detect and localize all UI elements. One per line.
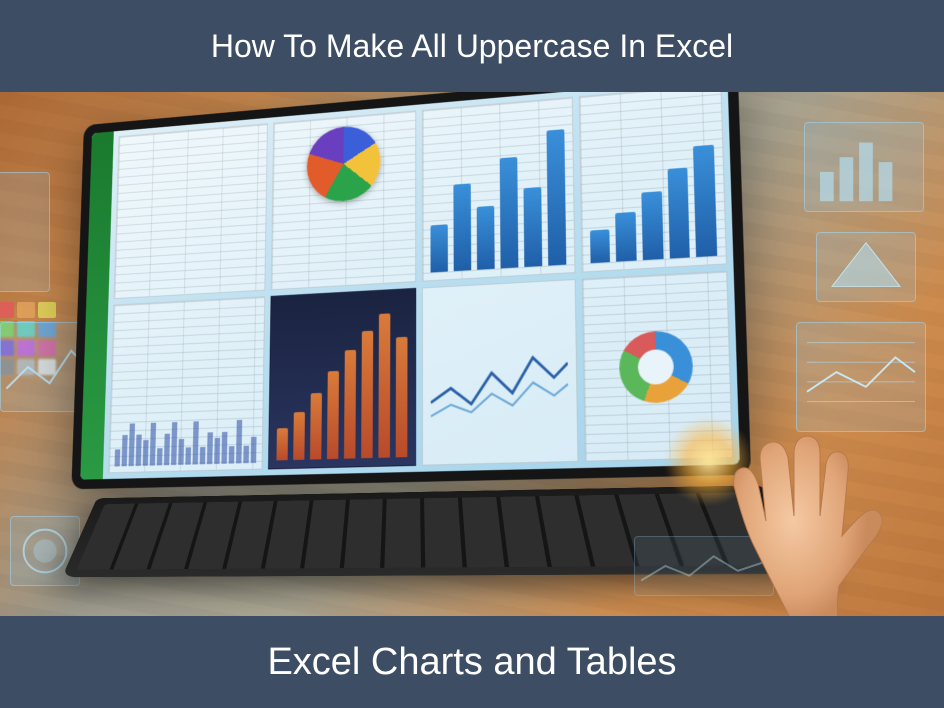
hologram-panel: [0, 172, 50, 292]
top-banner: How To Make All Uppercase In Excel: [0, 0, 944, 92]
light-glow: [664, 416, 754, 506]
line-chart-icon: [430, 288, 569, 456]
hologram-panel: [816, 232, 916, 302]
column-chart-pane: [578, 92, 727, 273]
spreadsheet-pane: [114, 123, 268, 299]
donut-chart-icon: [618, 329, 693, 404]
hero-illustration: [0, 92, 944, 616]
laptop-screen: [80, 92, 740, 480]
bottom-banner: Excel Charts and Tables: [0, 616, 944, 708]
laptop-screen-frame: [71, 92, 751, 489]
sparkline-pane: [108, 296, 265, 473]
hologram-panel: [634, 536, 774, 596]
pie-chart-pane: [270, 110, 415, 290]
pie-chart-icon: [306, 124, 380, 204]
dark-bar-chart-pane: [268, 288, 416, 470]
page-title: How To Make All Uppercase In Excel: [211, 28, 733, 65]
line-chart-pane: [422, 279, 579, 466]
dashboard-panes: [103, 92, 740, 479]
bar-chart-pane: [422, 97, 576, 282]
sparkline-icon: [115, 405, 257, 467]
hologram-panel: [796, 322, 926, 432]
hologram-panel: [804, 122, 924, 212]
footer-title: Excel Charts and Tables: [267, 641, 676, 684]
